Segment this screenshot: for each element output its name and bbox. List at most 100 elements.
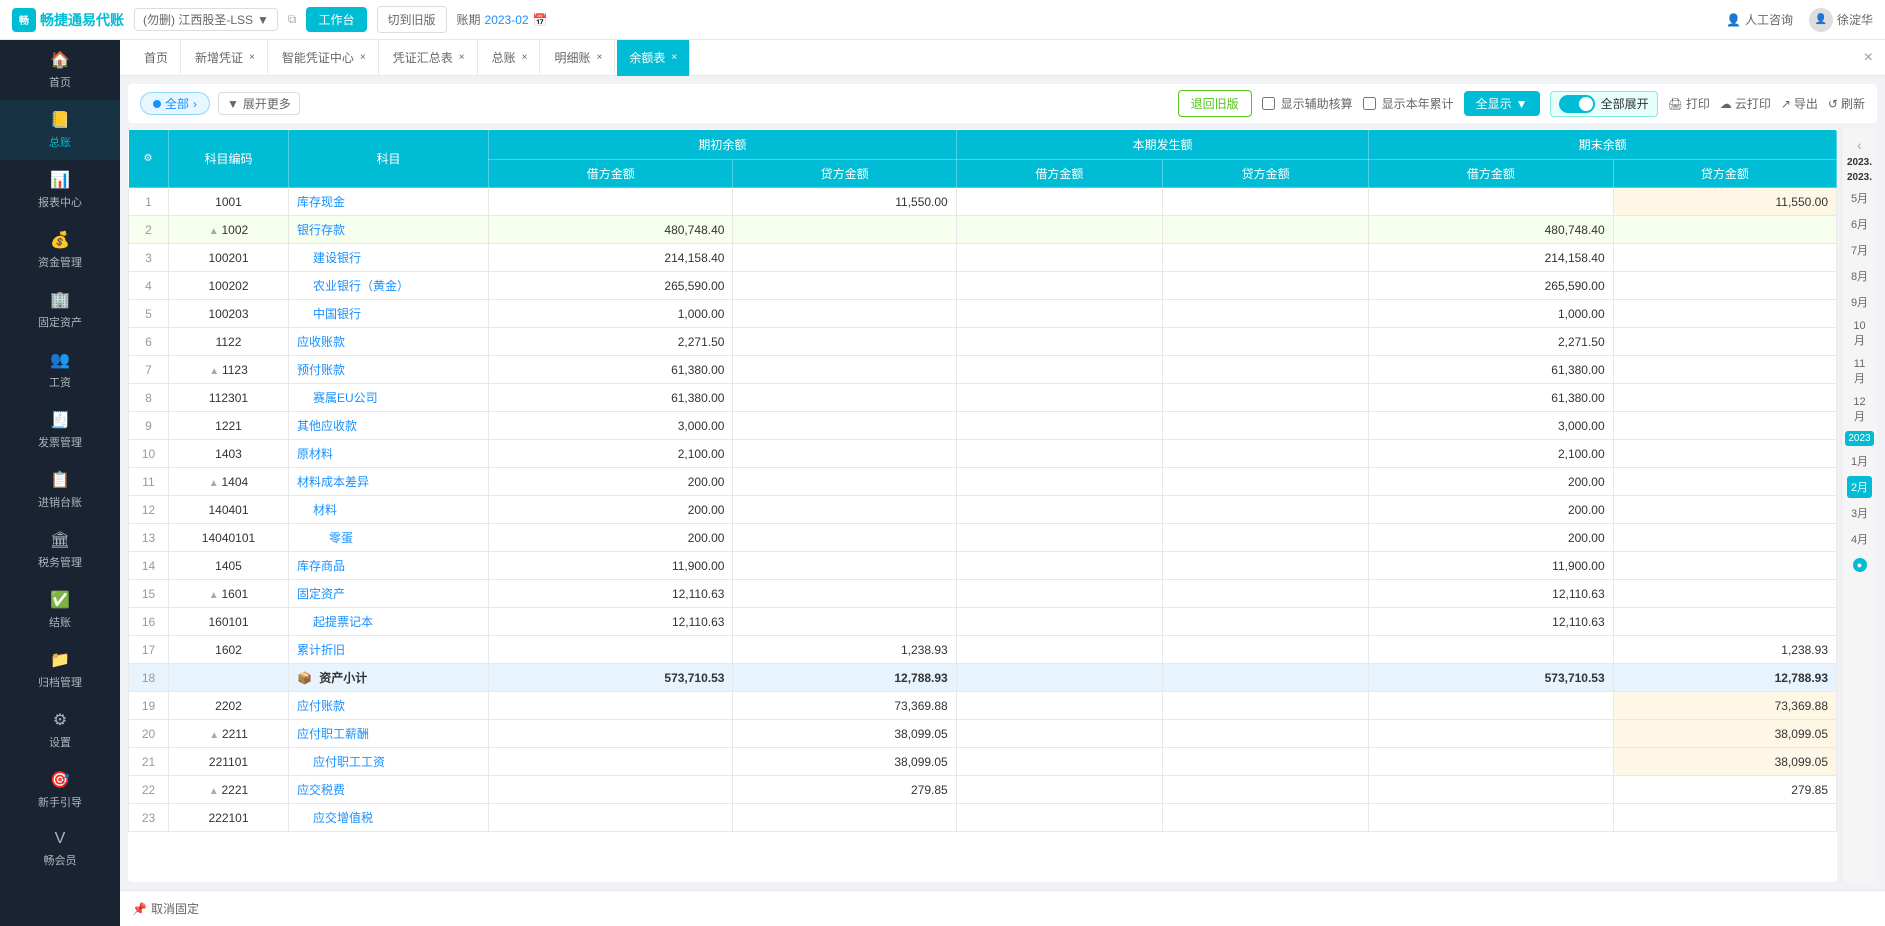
sidebar-item-fixed-assets[interactable]: 🏢 固定资产 (0, 280, 120, 340)
name-link[interactable]: 固定资产 (297, 587, 345, 601)
name-link[interactable]: 材料成本差异 (297, 475, 369, 489)
col-config[interactable]: ⚙ (129, 130, 169, 188)
right-panel-6[interactable]: 6月 (1847, 213, 1872, 235)
sidebar-item-tax[interactable]: 🏛 税务管理 (0, 520, 120, 580)
copy-icon[interactable]: ⧉ (288, 12, 297, 27)
company-selector[interactable]: (勿删) 江西股圣-LSS ▼ (134, 8, 278, 31)
right-panel-8[interactable]: 8月 (1847, 265, 1872, 287)
name-link[interactable]: 建设银行 (313, 251, 361, 265)
sidebar-item-archive[interactable]: 📁 归档管理 (0, 640, 120, 700)
cell-name[interactable]: 应付账款 (289, 692, 489, 720)
right-panel-4[interactable]: 4月 (1847, 528, 1872, 550)
name-link[interactable]: 原材料 (297, 447, 333, 461)
sidebar-item-guide[interactable]: 🎯 新手引导 (0, 760, 120, 820)
tab-home[interactable]: 首页 (132, 40, 181, 76)
unpin-button[interactable]: 📌 取消固定 (132, 900, 199, 917)
sidebar-item-general-ledger[interactable]: 📒 总账 (0, 100, 120, 160)
tab-general-ledger-close[interactable]: × (522, 52, 528, 63)
cell-name[interactable]: 赛属EU公司 (289, 384, 489, 412)
name-link[interactable]: 应交增值税 (313, 811, 373, 825)
cell-name[interactable]: 固定资产 (289, 580, 489, 608)
tab-balance-sheet[interactable]: 余额表 × (617, 40, 690, 76)
cell-name[interactable]: 应付职工薪酬 (289, 720, 489, 748)
cell-name[interactable]: 应收账款 (289, 328, 489, 356)
tab-smart-center[interactable]: 智能凭证中心 × (270, 40, 379, 76)
name-link[interactable]: 起提票记本 (313, 615, 373, 629)
sidebar-item-settings[interactable]: ⚙ 设置 (0, 700, 120, 760)
cell-name[interactable]: 零蛋 (289, 524, 489, 552)
name-link[interactable]: 赛属EU公司 (313, 391, 378, 405)
expand-toggle[interactable] (1559, 95, 1595, 113)
cell-name[interactable]: 库存商品 (289, 552, 489, 580)
sidebar-item-asset-mgmt[interactable]: 💰 资金管理 (0, 220, 120, 280)
sidebar-item-payroll[interactable]: 👥 工资 (0, 340, 120, 400)
calendar-icon[interactable]: 📅 (533, 13, 548, 27)
cell-name[interactable]: 库存现金 (289, 188, 489, 216)
name-link[interactable]: 中国银行 (313, 307, 361, 321)
export-button[interactable]: ↗ 导出 (1781, 95, 1818, 112)
right-panel-2[interactable]: 2月 (1847, 476, 1872, 498)
tab-general-ledger[interactable]: 总账 × (480, 40, 541, 76)
assist-checkbox[interactable] (1262, 97, 1275, 110)
name-link[interactable]: 库存现金 (297, 195, 345, 209)
cell-name[interactable]: 累计折旧 (289, 636, 489, 664)
cell-name[interactable]: 农业银行（黄金） (289, 272, 489, 300)
name-link[interactable]: 预付账款 (297, 363, 345, 377)
cell-name[interactable]: 材料 (289, 496, 489, 524)
config-icon[interactable]: ⚙ (137, 148, 159, 170)
right-panel-9[interactable]: 9月 (1847, 291, 1872, 313)
tab-new-voucher-close[interactable]: × (249, 52, 255, 63)
name-link[interactable]: 应交税费 (297, 783, 345, 797)
right-panel-7[interactable]: 7月 (1847, 239, 1872, 261)
cell-name[interactable]: 银行存款 (289, 216, 489, 244)
cell-name[interactable]: 建设银行 (289, 244, 489, 272)
cell-name[interactable]: 材料成本差异 (289, 468, 489, 496)
expand-panel-arrow[interactable]: ‹ (1857, 137, 1862, 153)
name-link[interactable]: 零蛋 (329, 531, 353, 545)
workspace-button[interactable]: 工作台 (306, 7, 366, 32)
sidebar-item-member[interactable]: V 畅会员 (0, 820, 120, 878)
cell-name[interactable]: 其他应收款 (289, 412, 489, 440)
cell-name[interactable]: 原材料 (289, 440, 489, 468)
cell-name[interactable]: 起提票记本 (289, 608, 489, 636)
print-button[interactable]: 🖨 打印 (1668, 95, 1710, 112)
sidebar-item-purchase[interactable]: 📋 进销台账 (0, 460, 120, 520)
cell-name[interactable]: 应交增值税 (289, 804, 489, 832)
right-panel-3[interactable]: 3月 (1847, 502, 1872, 524)
service-link[interactable]: 👤 人工咨询 (1726, 11, 1793, 28)
tab-smart-center-close[interactable]: × (360, 52, 366, 63)
right-panel-11[interactable]: 11月 (1846, 355, 1873, 389)
tab-new-voucher[interactable]: 新增凭证 × (183, 40, 268, 76)
back-button[interactable]: 退回旧版 (1178, 90, 1252, 117)
name-link[interactable]: 其他应收款 (297, 419, 357, 433)
name-link[interactable]: 应收账款 (297, 335, 345, 349)
sidebar-item-reports[interactable]: 📊 报表中心 (0, 160, 120, 220)
all-button[interactable]: 全部 › (140, 92, 210, 115)
tab-detail-ledger-close[interactable]: × (596, 52, 602, 63)
name-link[interactable]: 材料 (313, 503, 337, 517)
close-all-icon[interactable]: × (1864, 49, 1873, 67)
right-panel-year-2023[interactable]: 2023 (1845, 431, 1873, 446)
name-link[interactable]: 累计折旧 (297, 643, 345, 657)
name-link[interactable]: 应付职工工资 (313, 755, 385, 769)
right-panel-10[interactable]: 10月 (1846, 317, 1873, 351)
name-link[interactable]: 农业银行（黄金） (313, 279, 409, 293)
user-info[interactable]: 👤 徐淀华 (1809, 8, 1873, 32)
cloud-print-button[interactable]: ☁ 云打印 (1720, 95, 1771, 112)
panel-circle-btn[interactable]: ● (1853, 558, 1867, 572)
switch-button[interactable]: 切到旧版 (377, 6, 447, 33)
name-link[interactable]: 应付账款 (297, 699, 345, 713)
name-link[interactable]: 银行存款 (297, 223, 345, 237)
expand-button[interactable]: ▼ 展开更多 (218, 92, 300, 115)
right-panel-12[interactable]: 12月 (1846, 393, 1873, 427)
annual-checkbox[interactable] (1363, 97, 1376, 110)
cell-name[interactable]: 应交税费 (289, 776, 489, 804)
tab-detail-ledger[interactable]: 明细账 × (542, 40, 615, 76)
full-mode-button[interactable]: 全显示 ▼ (1464, 91, 1540, 116)
right-panel-1[interactable]: 1月 (1847, 450, 1872, 472)
name-link[interactable]: 库存商品 (297, 559, 345, 573)
sidebar-item-home[interactable]: 🏠 首页 (0, 40, 120, 100)
name-link[interactable]: 应付职工薪酬 (297, 727, 369, 741)
sidebar-item-settlement[interactable]: ✅ 结账 (0, 580, 120, 640)
right-panel-5[interactable]: 5月 (1847, 187, 1872, 209)
